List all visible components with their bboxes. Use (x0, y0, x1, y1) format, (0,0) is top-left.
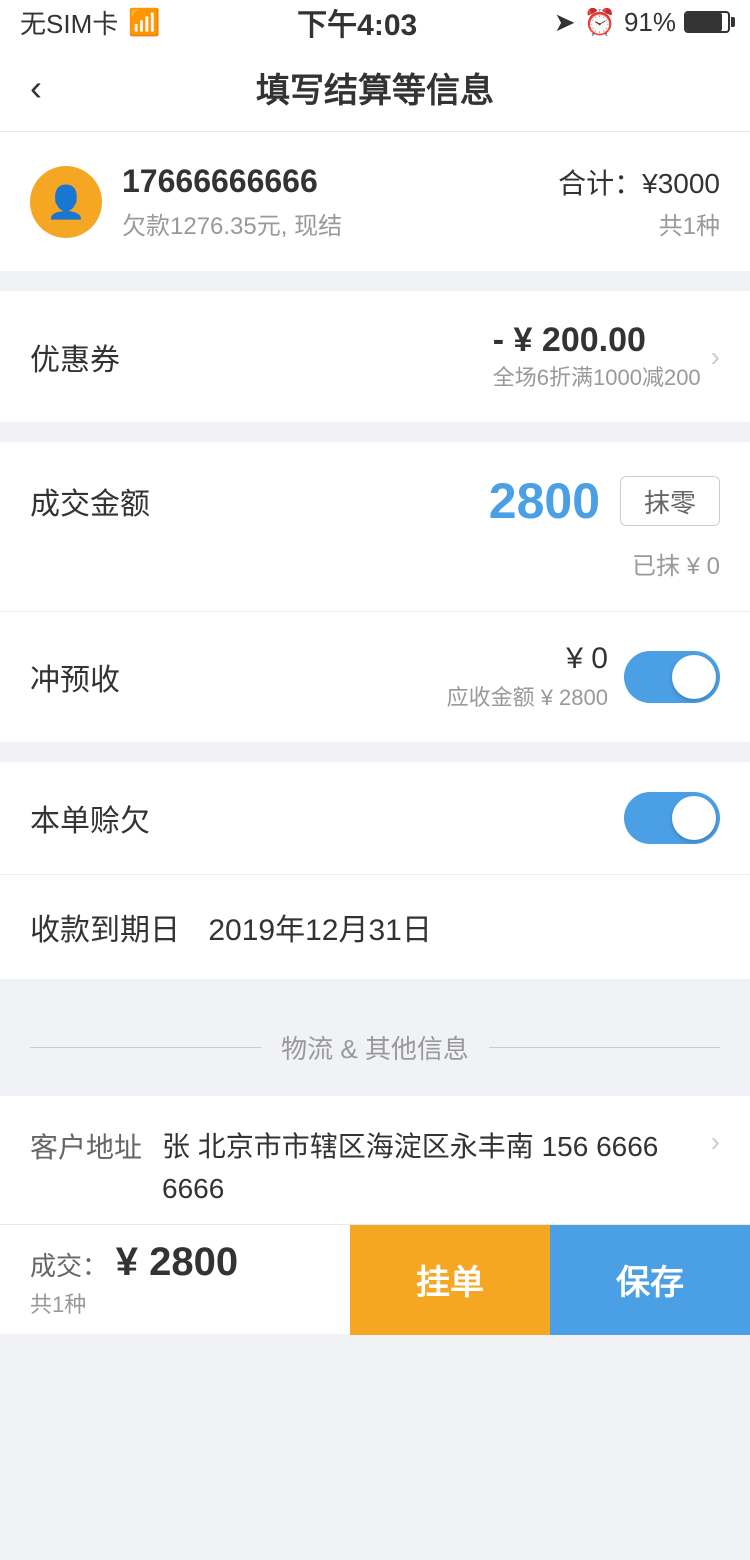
back-button[interactable]: ‹ (30, 67, 42, 109)
logistics-label: 物流 & 其他信息 (281, 1029, 469, 1066)
debt-label: 本单赊欠 (30, 796, 150, 840)
customer-phone: 17666666666 (122, 163, 342, 200)
status-time: 下午4:03 (297, 0, 417, 44)
coupon-label: 优惠券 (30, 335, 120, 379)
coupon-info: - ¥ 200.00 全场6折满1000减200 (493, 321, 701, 392)
battery-icon (684, 11, 730, 33)
chevron-right-icon: › (711, 341, 720, 373)
amount-section: 成交金额 2800 抹零 已抹 ¥ 0 (0, 442, 750, 611)
coupon-desc: 全场6折满1000减200 (493, 360, 701, 392)
hang-button[interactable]: 挂单 (350, 1225, 550, 1335)
bottom-summary: 成交： ¥ 2800 共1种 (0, 1240, 350, 1319)
total-count: 共1种 (558, 206, 720, 241)
status-right: ➤ ⏰ 91% (554, 7, 730, 38)
amount-right: 2800 抹零 (489, 472, 720, 530)
status-bar: 无SIM卡 📶 下午4:03 ➤ ⏰ 91% (0, 0, 750, 44)
amount-sub-text: 已抹 ¥ 0 (632, 553, 720, 580)
logistics-line-left (30, 1047, 261, 1048)
amount-sub-row: 已抹 ¥ 0 (30, 546, 720, 581)
coupon-discount: - ¥ 200.00 (493, 321, 701, 360)
advance-right: ¥ 0 应收金额 ¥ 2800 (447, 642, 720, 712)
due-date-value: 2019年12月31日 (208, 914, 431, 947)
location-icon: ➤ (554, 7, 576, 38)
address-row[interactable]: 客户地址 张 北京市市辖区海淀区永丰南 156 6666 6666 › (0, 1096, 750, 1240)
nav-bar: ‹ 填写结算等信息 (0, 44, 750, 132)
logistics-section: 物流 & 其他信息 (0, 999, 750, 1096)
toggle-knob (672, 655, 716, 699)
customer-left: 👤 17666666666 欠款1276.35元, 现结 (30, 163, 342, 241)
bottom-deal-label: 成交： (30, 1251, 108, 1281)
customer-right: 合计：¥3000 共1种 (558, 162, 720, 241)
due-date-label: 收款到期日 (30, 914, 180, 947)
deal-amount-label: 成交金额 (30, 479, 150, 523)
customer-details: 17666666666 欠款1276.35元, 现结 (122, 163, 342, 241)
advance-amount: ¥ 0 (447, 642, 608, 676)
separator-3 (0, 979, 750, 999)
advance-label: 冲预收 (30, 655, 120, 699)
address-chevron-icon: › (711, 1126, 720, 1158)
advance-row: 冲预收 ¥ 0 应收金额 ¥ 2800 (0, 611, 750, 742)
customer-info-row: 👤 17666666666 欠款1276.35元, 现结 合计：¥3000 共1… (30, 162, 720, 241)
alarm-icon: ⏰ (584, 7, 616, 38)
carrier-text: 无SIM卡 (20, 4, 118, 41)
bottom-deal-amount: ¥ 2800 (116, 1240, 238, 1284)
separator-2 (0, 742, 750, 762)
save-button[interactable]: 保存 (550, 1225, 750, 1335)
advance-sub: 应收金额 ¥ 2800 (447, 680, 608, 712)
total-label: 合计： (558, 168, 642, 199)
total-amount: ¥3000 (642, 168, 720, 199)
battery-percent: 91% (624, 7, 676, 38)
customer-sub: 欠款1276.35元, 现结 (122, 206, 342, 241)
debt-toggle-knob (672, 796, 716, 840)
avatar: 👤 (30, 166, 102, 238)
amount-row: 成交金额 2800 抹零 (30, 472, 720, 530)
advance-toggle[interactable] (624, 651, 720, 703)
separator-1 (0, 422, 750, 442)
address-value: 张 北京市市辖区海淀区永丰南 156 6666 6666 (162, 1126, 691, 1210)
status-left: 无SIM卡 📶 (20, 4, 161, 41)
bottom-count: 共1种 (30, 1287, 320, 1319)
logistics-line-right (489, 1047, 720, 1048)
bottom-bar: 成交： ¥ 2800 共1种 挂单 保存 (0, 1224, 750, 1334)
advance-amount-group: ¥ 0 应收金额 ¥ 2800 (447, 642, 608, 712)
deal-amount-value: 2800 (489, 472, 600, 530)
customer-card: 👤 17666666666 欠款1276.35元, 现结 合计：¥3000 共1… (0, 132, 750, 271)
wifi-icon: 📶 (128, 7, 160, 38)
debt-section: 本单赊欠 (0, 762, 750, 874)
round-button[interactable]: 抹零 (620, 476, 720, 526)
debt-toggle[interactable] (624, 792, 720, 844)
due-date-row: 收款到期日 2019年12月31日 (0, 874, 750, 979)
content-area: 👤 17666666666 欠款1276.35元, 现结 合计：¥3000 共1… (0, 132, 750, 1560)
page-title: 填写结算等信息 (256, 63, 494, 112)
coupon-right: - ¥ 200.00 全场6折满1000减200 › (493, 321, 720, 392)
coupon-row[interactable]: 优惠券 - ¥ 200.00 全场6折满1000减200 › (0, 291, 750, 422)
bottom-deal-row: 成交： ¥ 2800 (30, 1240, 320, 1285)
address-label: 客户地址 (30, 1126, 142, 1166)
total-label-amount: 合计：¥3000 (558, 162, 720, 202)
